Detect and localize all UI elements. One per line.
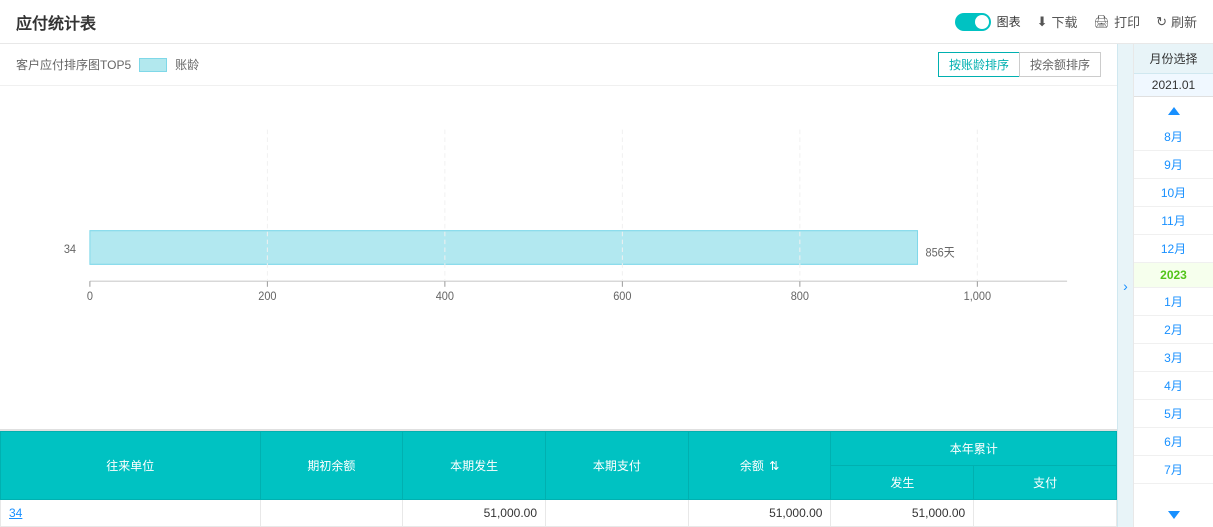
- sidebar-scroll-down-button[interactable]: [1134, 501, 1213, 527]
- sidebar-month-item[interactable]: 1月: [1134, 288, 1213, 316]
- print-icon: 🖨: [1094, 14, 1111, 30]
- legend-box-label: 账龄: [175, 56, 199, 73]
- sort-by-balance-button[interactable]: 按账龄排序: [938, 52, 1019, 77]
- th-opening: 期初余额: [260, 432, 403, 500]
- th-balance: 余额 ⇅: [688, 432, 831, 500]
- cell-balance: 51,000.00: [688, 500, 831, 527]
- chevron-right-icon: ›: [1123, 278, 1128, 294]
- svg-text:0: 0: [87, 290, 94, 304]
- svg-text:400: 400: [436, 290, 455, 304]
- chart-wrapper: 34 856天 0 200 400 600: [0, 86, 1117, 429]
- balance-sort-icon[interactable]: ⇅: [769, 459, 779, 473]
- sidebar-month-item[interactable]: 8月: [1134, 123, 1213, 151]
- sidebar-month-item[interactable]: 4月: [1134, 372, 1213, 400]
- cell-unit[interactable]: 34: [1, 500, 261, 527]
- refresh-icon: ↻: [1156, 14, 1167, 30]
- refresh-button[interactable]: ↻ 刷新: [1156, 12, 1197, 31]
- sidebar-month-item[interactable]: 6月: [1134, 428, 1213, 456]
- sidebar-month-item[interactable]: 12月: [1134, 235, 1213, 263]
- sidebar-month-item[interactable]: 9月: [1134, 151, 1213, 179]
- th-unit: 往来单位: [1, 432, 261, 500]
- chart-toggle-wrap[interactable]: 图表: [955, 13, 1021, 31]
- cell-current-occur: 51,000.00: [403, 500, 546, 527]
- chart-header: 客户应付排序图TOP5 账龄 按账龄排序 按余额排序: [0, 44, 1117, 86]
- chart-legend: 客户应付排序图TOP5 账龄: [16, 56, 199, 73]
- sidebar-month-picker-header: 月份选择: [1134, 44, 1213, 74]
- legend-label: 客户应付排序图TOP5: [16, 56, 131, 73]
- chart-sort-buttons: 按账龄排序 按余额排序: [938, 52, 1101, 77]
- page-title: 应付统计表: [16, 10, 96, 34]
- chart-svg: 34 856天 0 200 400 600: [50, 96, 1097, 399]
- chevron-up-icon: [1168, 107, 1180, 115]
- download-button[interactable]: ⬇ 下载: [1037, 12, 1078, 31]
- th-ytd-occur: 发生: [831, 466, 974, 500]
- svg-text:800: 800: [791, 290, 810, 304]
- th-current-occur: 本期发生: [403, 432, 546, 500]
- sort-by-amount-button[interactable]: 按余额排序: [1019, 52, 1101, 77]
- data-table: 往来单位 期初余额 本期发生 本期支付 余额 ⇅ 本年累计 发生: [0, 431, 1117, 527]
- header-actions: 图表 ⬇ 下载 🖨 打印 ↻ 刷新: [955, 12, 1197, 31]
- chart-toggle[interactable]: [955, 13, 991, 31]
- cell-ytd-occur: 51,000.00: [831, 500, 974, 527]
- sidebar-month-item[interactable]: 11月: [1134, 207, 1213, 235]
- cell-ytd-pay: [974, 500, 1117, 527]
- cell-opening: [260, 500, 403, 527]
- chevron-down-icon: [1168, 511, 1180, 519]
- svg-text:200: 200: [258, 290, 277, 304]
- sidebar-collapse-arrow[interactable]: ›: [1117, 44, 1133, 527]
- download-icon: ⬇: [1037, 14, 1048, 30]
- sidebar-scroll-up-button[interactable]: [1134, 97, 1213, 123]
- legend-box-icon: [139, 58, 167, 72]
- svg-text:1,000: 1,000: [964, 290, 992, 304]
- svg-text:600: 600: [613, 290, 632, 304]
- th-ytd-pay: 支付: [974, 466, 1117, 500]
- sidebar-month-item[interactable]: 2023: [1134, 263, 1213, 288]
- chart-toggle-label: 图表: [997, 13, 1021, 30]
- right-sidebar: 月份选择 2021.01 8月9月10月11月12月20231月2月3月4月5月…: [1133, 44, 1213, 527]
- sidebar-month-list: 8月9月10月11月12月20231月2月3月4月5月6月7月: [1134, 123, 1213, 501]
- th-current-pay: 本期支付: [546, 432, 689, 500]
- table-row: 34 51,000.00 51,000.00 51,000.00: [1, 500, 1117, 527]
- sidebar-month-item[interactable]: 2月: [1134, 316, 1213, 344]
- y-axis-label: 34: [64, 243, 77, 257]
- th-ytd: 本年累计: [831, 432, 1117, 466]
- bar-value-label: 856天: [925, 246, 955, 260]
- cell-current-pay: [546, 500, 689, 527]
- data-table-area: 往来单位 期初余额 本期发生 本期支付 余额 ⇅ 本年累计 发生: [0, 429, 1117, 527]
- sidebar-month-item[interactable]: 5月: [1134, 400, 1213, 428]
- sidebar-current-year-month[interactable]: 2021.01: [1134, 74, 1213, 97]
- unit-link[interactable]: 34: [9, 506, 22, 520]
- sidebar-month-item[interactable]: 3月: [1134, 344, 1213, 372]
- print-button[interactable]: 🖨 打印: [1094, 12, 1141, 31]
- chart-bar: [90, 231, 918, 265]
- sidebar-month-item[interactable]: 7月: [1134, 456, 1213, 484]
- sidebar-month-item[interactable]: 10月: [1134, 179, 1213, 207]
